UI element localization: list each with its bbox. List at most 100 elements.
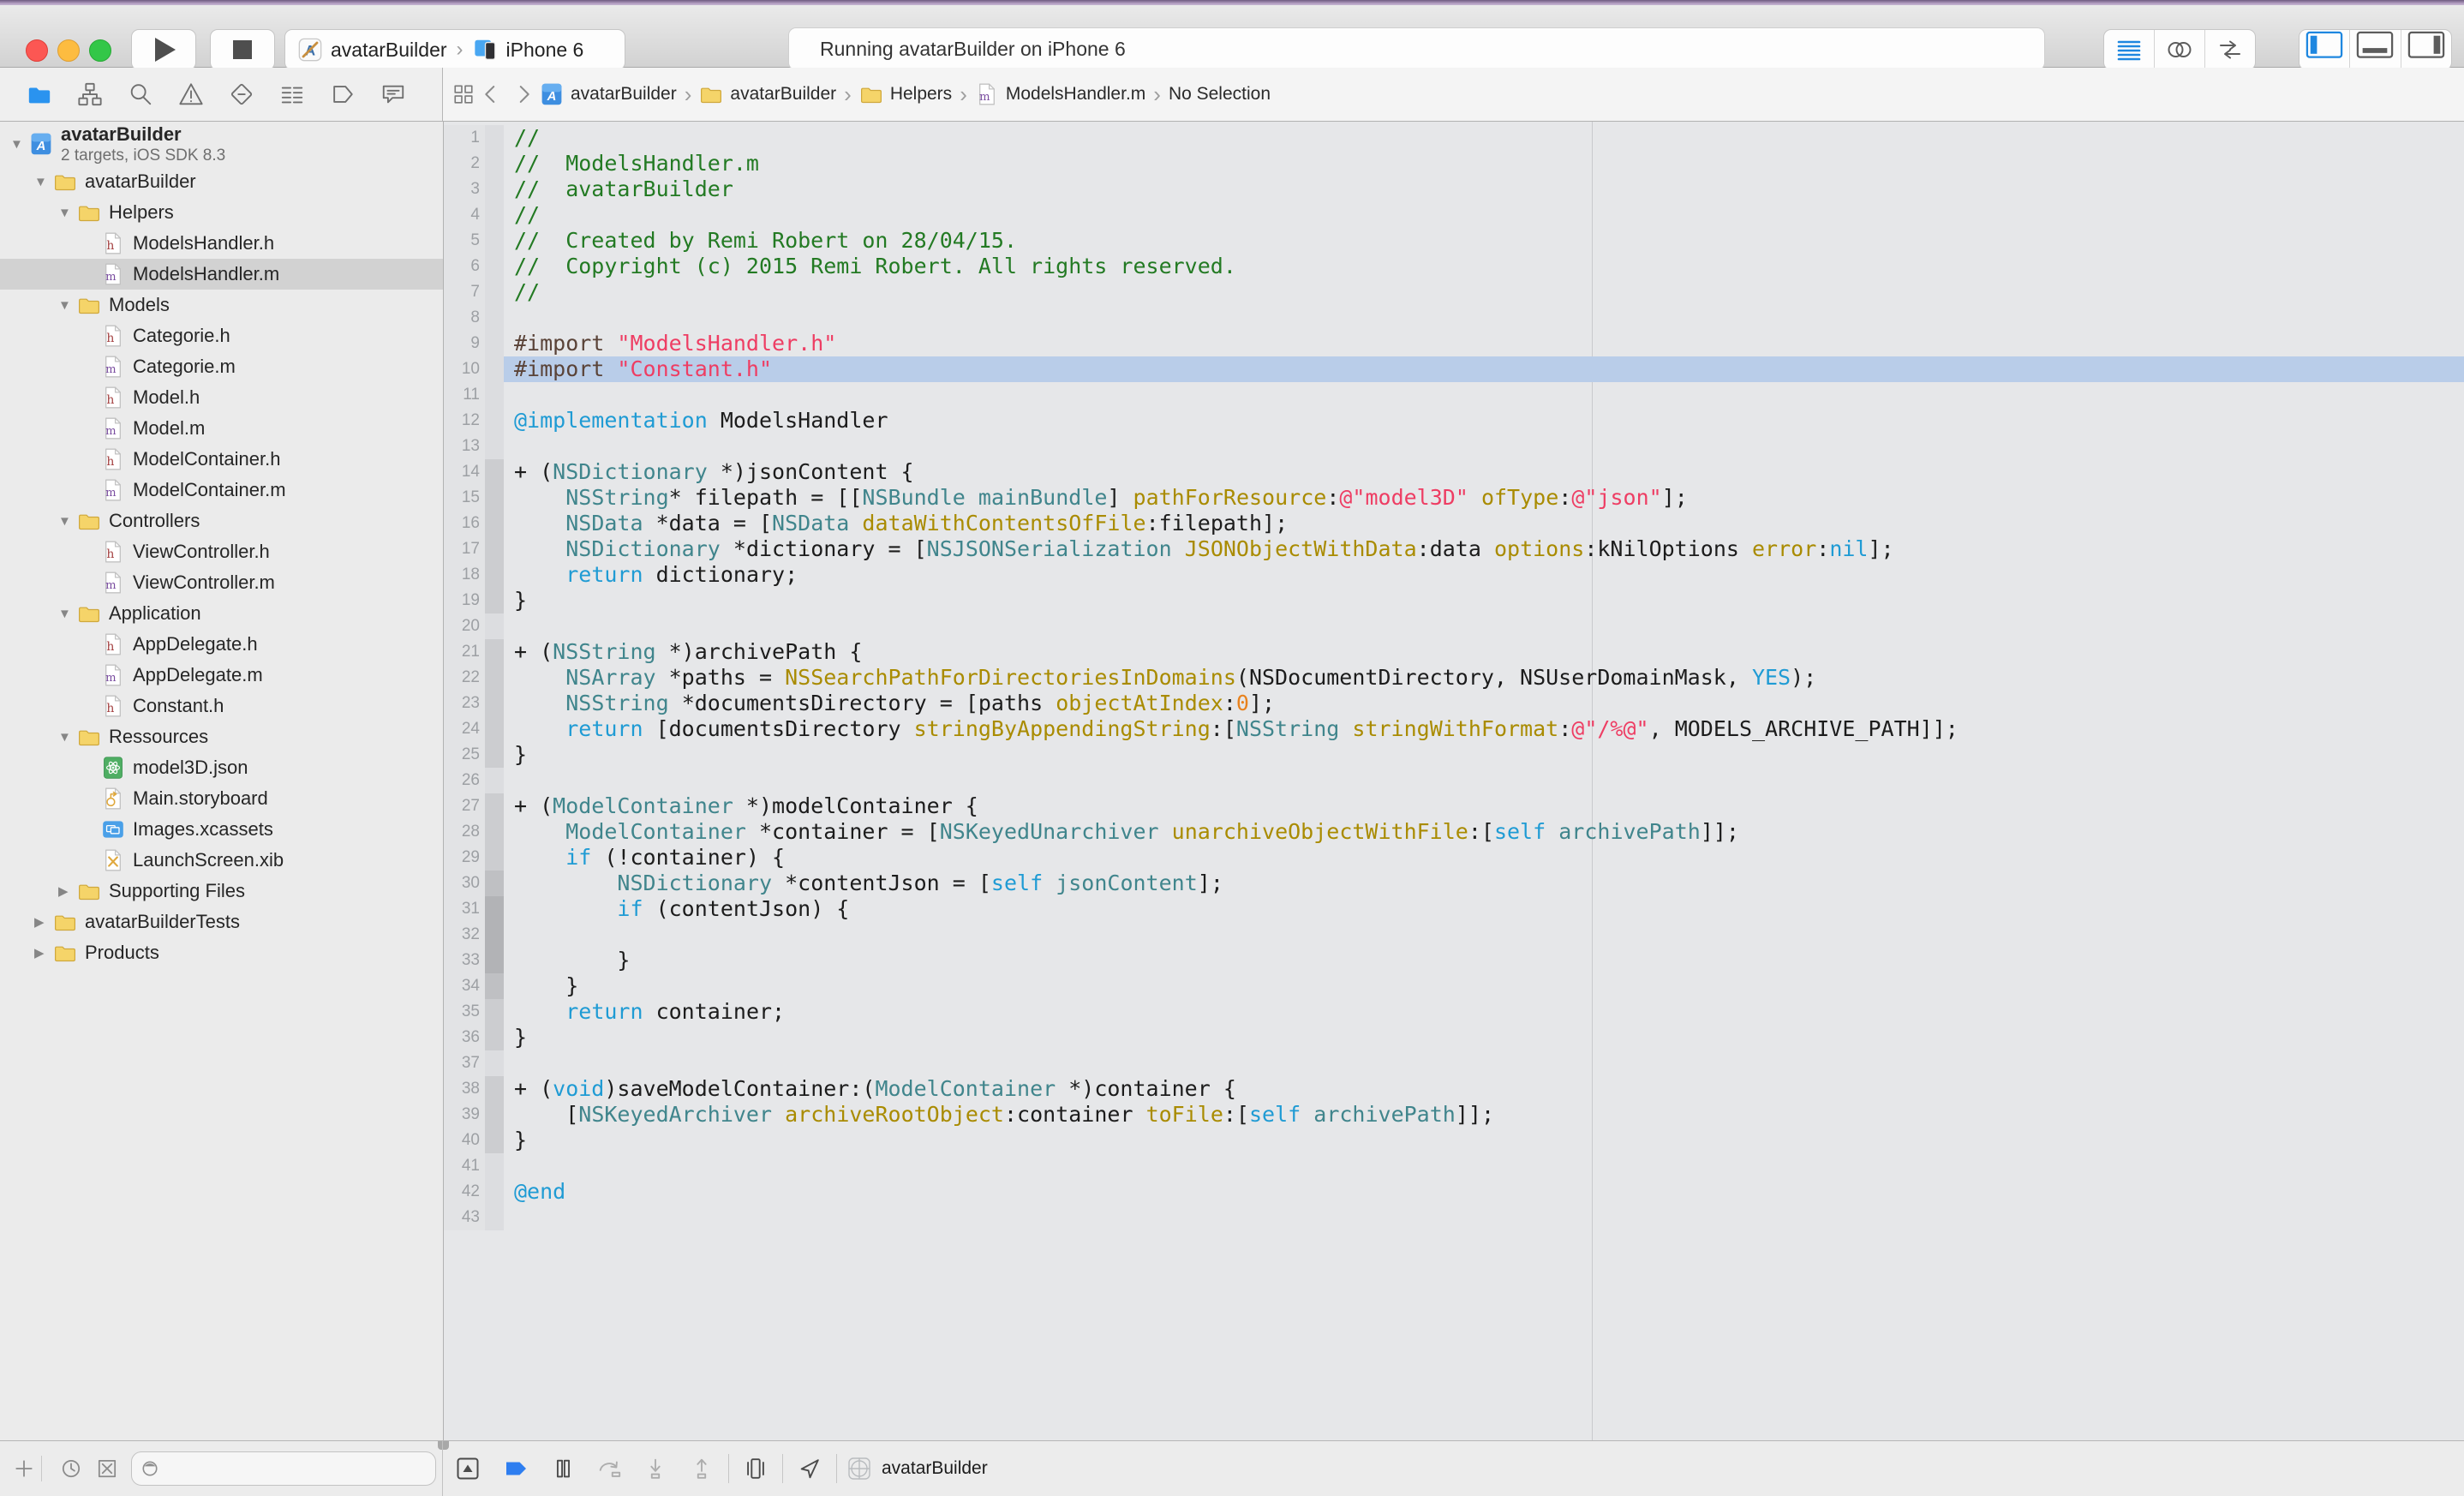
code-text[interactable]: // (504, 279, 2464, 305)
jump-bar-item[interactable]: Helpers (859, 82, 952, 106)
code-text[interactable]: NSString* filepath = [[NSBundle mainBund… (504, 485, 2464, 511)
code-line-22[interactable]: 22 NSArray *paths = NSSearchPathForDirec… (444, 665, 2464, 691)
tree-row-models[interactable]: ▼Models (0, 290, 443, 320)
code-line-7[interactable]: 7 // (444, 279, 2464, 305)
code-line-37[interactable]: 37 (444, 1050, 2464, 1076)
scm-status-filter-icon[interactable] (95, 1457, 119, 1481)
code-text[interactable]: } (504, 1025, 2464, 1050)
code-line-21[interactable]: 21 + (NSString *)archivePath { (444, 639, 2464, 665)
scheme-selector[interactable]: A avatarBuilder › iPhone 6 (284, 29, 625, 70)
code-line-5[interactable]: 5// Created by Remi Robert on 28/04/15. (444, 228, 2464, 254)
fold-ribbon[interactable] (485, 922, 504, 948)
code-line-29[interactable]: 29 if (!container) { (444, 845, 2464, 871)
line-number[interactable]: 41 (444, 1153, 485, 1179)
code-text[interactable]: + (NSString *)archivePath { (504, 639, 2464, 665)
fold-ribbon[interactable] (485, 562, 504, 588)
fold-ribbon[interactable] (485, 202, 504, 228)
breakpoint-navigator-icon[interactable] (330, 81, 356, 107)
line-number[interactable]: 4 (444, 202, 485, 228)
line-number[interactable]: 39 (444, 1102, 485, 1128)
issue-navigator-icon[interactable] (178, 81, 204, 107)
fold-ribbon[interactable] (485, 1102, 504, 1128)
tree-row-supporting-files[interactable]: ▶Supporting Files (0, 876, 443, 907)
line-number[interactable]: 21 (444, 639, 485, 665)
disclosure-triangle[interactable]: ▶ (34, 914, 53, 930)
test-navigator-icon[interactable] (229, 81, 254, 107)
tree-row-modelcontainer-m[interactable]: mModelContainer.m (0, 475, 443, 506)
back-button[interactable] (480, 83, 502, 105)
code-line-18[interactable]: 18 return dictionary; (444, 562, 2464, 588)
add-button[interactable] (12, 1457, 36, 1481)
code-line-25[interactable]: 25} (444, 742, 2464, 768)
code-text[interactable]: #import "ModelsHandler.h" (504, 331, 2464, 356)
fold-ribbon[interactable] (485, 768, 504, 793)
line-number[interactable]: 12 (444, 408, 485, 434)
line-number[interactable]: 7 (444, 279, 485, 305)
code-line-28[interactable]: 28 ModelContainer *container = [NSKeyedU… (444, 819, 2464, 845)
line-number[interactable]: 22 (444, 665, 485, 691)
line-number[interactable]: 28 (444, 819, 485, 845)
code-line-27[interactable]: 27+ (ModelContainer *)modelContainer { (444, 793, 2464, 819)
code-line-38[interactable]: 38+ (void)saveModelContainer:(ModelConta… (444, 1076, 2464, 1102)
code-line-14[interactable]: 14+ (NSDictionary *)jsonContent { (444, 459, 2464, 485)
line-number[interactable]: 32 (444, 922, 485, 948)
code-text[interactable]: NSArray *paths = NSSearchPathForDirector… (504, 665, 2464, 691)
line-number[interactable]: 23 (444, 691, 485, 716)
tree-row-categorie-h[interactable]: hCategorie.h (0, 320, 443, 351)
code-text[interactable]: } (504, 973, 2464, 999)
code-line-23[interactable]: 23 NSString *documentsDirectory = [paths… (444, 691, 2464, 716)
tree-row-viewcontroller-m[interactable]: mViewController.m (0, 567, 443, 598)
fold-ribbon[interactable] (485, 151, 504, 177)
code-text[interactable] (504, 922, 2464, 948)
line-number[interactable]: 42 (444, 1179, 485, 1205)
code-text[interactable]: if (!container) { (504, 845, 2464, 871)
line-number[interactable]: 40 (444, 1128, 485, 1153)
code-line-1[interactable]: 1// (444, 125, 2464, 151)
code-text[interactable]: + (void)saveModelContainer:(ModelContain… (504, 1076, 2464, 1102)
fold-ribbon[interactable] (485, 1076, 504, 1102)
code-text[interactable] (504, 1050, 2464, 1076)
tree-row-avatarbuildertests[interactable]: ▶avatarBuilderTests (0, 907, 443, 937)
code-text[interactable] (504, 382, 2464, 408)
code-text[interactable] (504, 613, 2464, 639)
code-text[interactable]: NSString *documentsDirectory = [paths ob… (504, 691, 2464, 716)
code-line-36[interactable]: 36} (444, 1025, 2464, 1050)
step-into-button[interactable] (643, 1456, 668, 1481)
code-line-17[interactable]: 17 NSDictionary *dictionary = [NSJSONSer… (444, 536, 2464, 562)
simulate-location-button[interactable] (797, 1456, 822, 1481)
fold-ribbon[interactable] (485, 459, 504, 485)
disclosure-triangle[interactable]: ▶ (58, 883, 77, 899)
code-text[interactable]: @end (504, 1179, 2464, 1205)
zoom-window-button[interactable] (89, 39, 111, 62)
jump-bar-item[interactable]: AavatarBuilder (540, 82, 677, 106)
line-number[interactable]: 17 (444, 536, 485, 562)
tree-row-categorie-m[interactable]: mCategorie.m (0, 351, 443, 382)
fold-ribbon[interactable] (485, 434, 504, 459)
fold-ribbon[interactable] (485, 305, 504, 331)
source-editor[interactable]: 1//2// ModelsHandler.m3// avatarBuilder4… (444, 122, 2464, 1441)
tree-row-modelshandler-m[interactable]: mModelsHandler.m (0, 259, 443, 290)
code-line-10[interactable]: 10#import "Constant.h" (444, 356, 2464, 382)
code-text[interactable] (504, 434, 2464, 459)
tree-row-viewcontroller-h[interactable]: hViewController.h (0, 536, 443, 567)
disclosure-triangle[interactable]: ▼ (0, 137, 29, 152)
code-line-12[interactable]: 12@implementation ModelsHandler (444, 408, 2464, 434)
line-number[interactable]: 35 (444, 999, 485, 1025)
code-text[interactable]: // (504, 125, 2464, 151)
code-line-30[interactable]: 30 NSDictionary *contentJson = [self jso… (444, 871, 2464, 896)
tree-row-model3d-json[interactable]: model3D.json (0, 752, 443, 783)
tree-row-appdelegate-m[interactable]: mAppDelegate.m (0, 660, 443, 691)
fold-ribbon[interactable] (485, 254, 504, 279)
code-line-19[interactable]: 19} (444, 588, 2464, 613)
line-number[interactable]: 5 (444, 228, 485, 254)
tree-row-launchscreen-xib[interactable]: LaunchScreen.xib (0, 845, 443, 876)
tree-row-avatarbuilder[interactable]: ▼avatarBuilder (0, 166, 443, 197)
fold-ribbon[interactable] (485, 1179, 504, 1205)
fold-ribbon[interactable] (485, 999, 504, 1025)
code-line-6[interactable]: 6// Copyright (c) 2015 Remi Robert. All … (444, 254, 2464, 279)
code-text[interactable]: // avatarBuilder (504, 177, 2464, 202)
code-line-13[interactable]: 13 (444, 434, 2464, 459)
code-text[interactable]: #import "Constant.h" (504, 356, 2464, 382)
code-text[interactable] (504, 305, 2464, 331)
report-navigator-icon[interactable] (380, 81, 406, 107)
